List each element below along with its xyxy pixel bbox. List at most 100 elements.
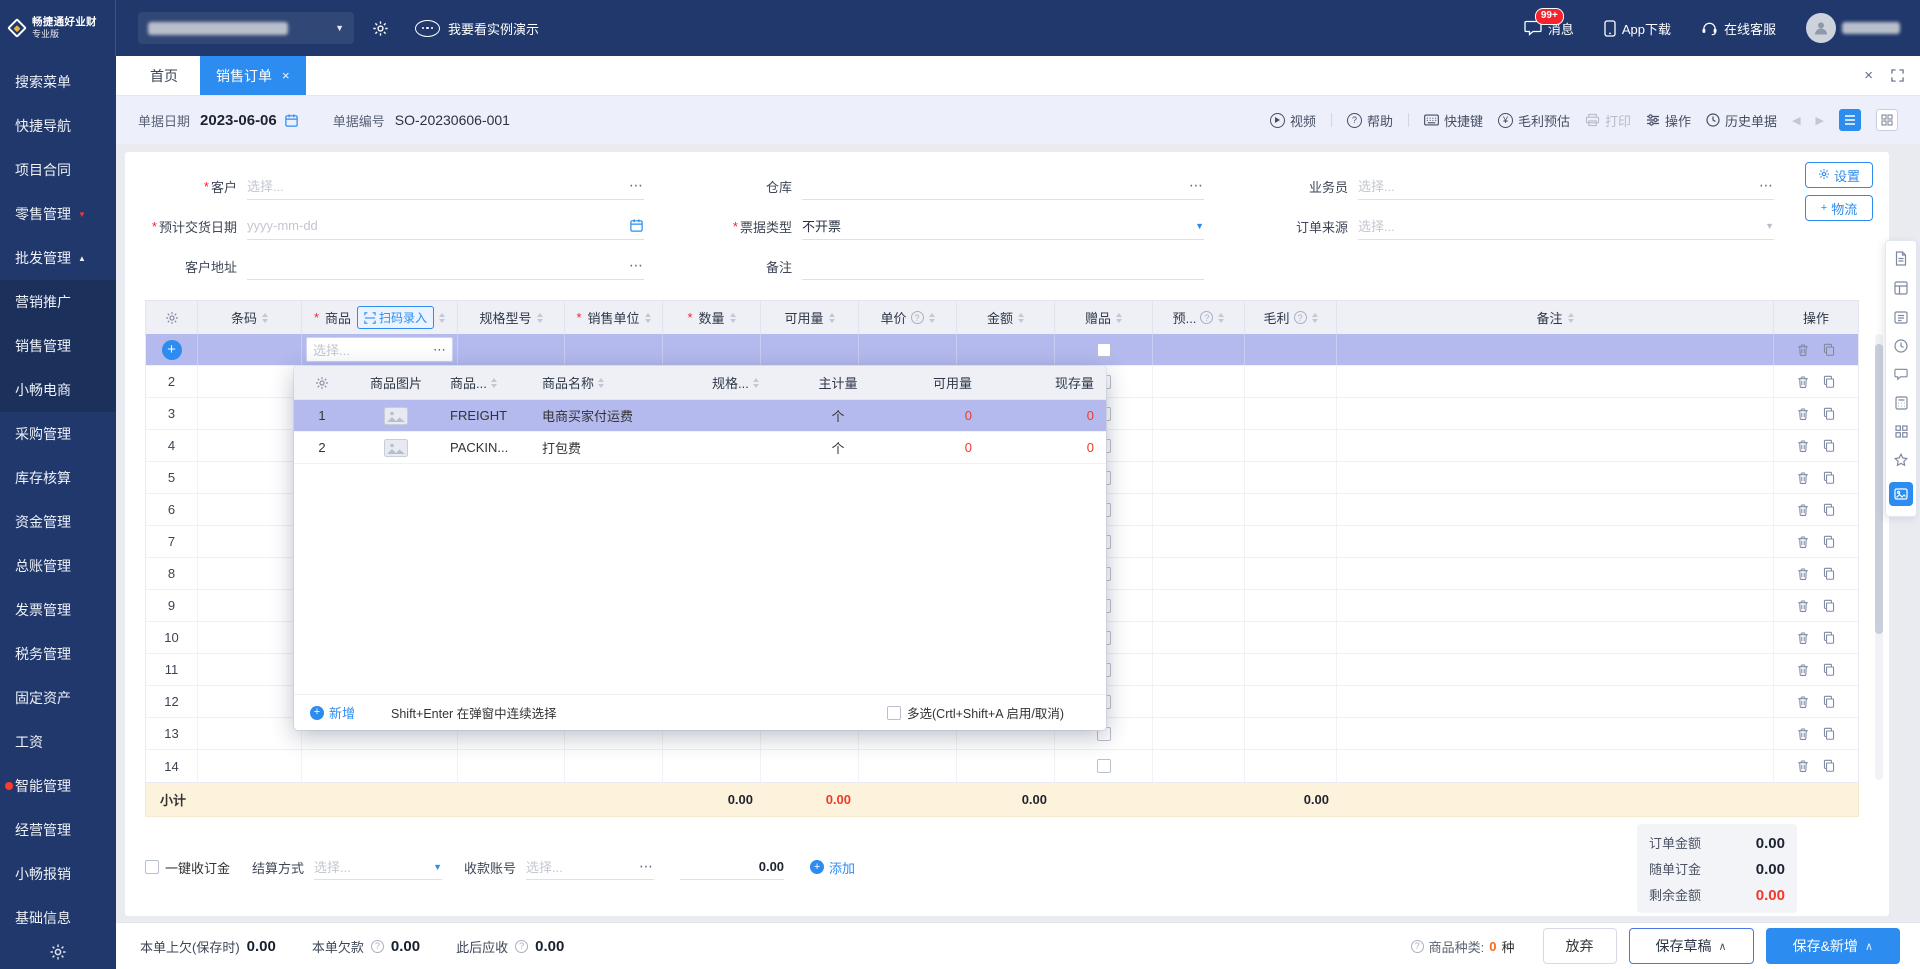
sidebar-item-quick-nav[interactable]: 快捷导航 xyxy=(0,104,116,148)
delete-row-icon[interactable] xyxy=(1796,663,1810,677)
calendar-icon[interactable] xyxy=(284,113,299,128)
col-header-qty[interactable]: * 数量 xyxy=(663,301,761,334)
delete-row-icon[interactable] xyxy=(1796,535,1810,549)
delete-row-icon[interactable] xyxy=(1796,727,1810,741)
fullscreen-icon[interactable] xyxy=(1891,69,1904,82)
col-header-sale-unit[interactable]: * 销售单位 xyxy=(565,301,663,334)
popup-multiselect-checkbox[interactable]: 多选(Crtl+Shift+A 启用/取消) xyxy=(887,703,1064,722)
col-header-barcode[interactable]: 条码 xyxy=(198,301,302,334)
column-settings-icon[interactable] xyxy=(146,301,198,334)
settings-button[interactable]: 设置 xyxy=(1805,162,1873,188)
sidebar-item-tax-mgmt[interactable]: 税务管理 xyxy=(0,632,116,676)
sidebar-item-base-info[interactable]: 基础信息 xyxy=(0,896,116,940)
delete-row-icon[interactable] xyxy=(1796,407,1810,421)
sidebar-item-funds-mgmt[interactable]: 资金管理 xyxy=(0,500,116,544)
more-icon[interactable]: ⋯ xyxy=(1189,177,1204,194)
chat-icon[interactable] xyxy=(1894,368,1908,381)
col-header-remark[interactable]: 备注 xyxy=(1337,301,1774,334)
delete-row-icon[interactable] xyxy=(1796,375,1810,389)
prev-doc-icon[interactable]: ◀ xyxy=(1792,114,1800,127)
sidebar-item-sales-mgmt[interactable]: 销售管理 xyxy=(0,324,116,368)
form-icon[interactable] xyxy=(1894,281,1908,295)
messages-button[interactable]: 消息 99+ xyxy=(1524,7,1574,38)
popup-product-row[interactable]: 2 PACKIN... 打包费个 0 0 xyxy=(294,432,1106,464)
sidebar-item-fixed-assets[interactable]: 固定资产 xyxy=(0,676,116,720)
gift-checkbox[interactable] xyxy=(1096,759,1111,773)
view-grid-toggle[interactable] xyxy=(1876,109,1898,131)
more-icon[interactable]: ⋯ xyxy=(639,858,654,875)
tab-close-icon[interactable]: × xyxy=(282,68,290,83)
delivery-date-input[interactable]: yyyy-mm-dd xyxy=(247,212,644,240)
more-icon[interactable]: ⋯ xyxy=(629,257,644,274)
grid-scrollbar-thumb[interactable] xyxy=(1875,344,1883,634)
popup-add-new-button[interactable]: + 新增 xyxy=(310,703,355,722)
image-panel-icon[interactable] xyxy=(1889,482,1913,506)
settlement-select[interactable]: 选择... ▼ xyxy=(314,854,443,880)
gift-checkbox[interactable] xyxy=(1096,342,1111,357)
popup-column-settings-icon[interactable] xyxy=(294,366,350,399)
sidebar-item-purchase-mgmt[interactable]: 采购管理 xyxy=(0,412,116,456)
popup-col-code[interactable]: 商品... xyxy=(442,366,534,399)
calculator-icon[interactable] xyxy=(1894,396,1908,410)
sidebar-item-inventory-accounting[interactable]: 库存核算 xyxy=(0,456,116,500)
more-icon[interactable]: ⋯ xyxy=(1759,177,1774,194)
doc-no-input[interactable]: SO-20230606-001 xyxy=(395,112,510,128)
remark-input[interactable] xyxy=(802,252,1204,280)
calendar-icon[interactable] xyxy=(629,218,644,233)
save-draft-button[interactable]: 保存草稿 ∧ xyxy=(1628,928,1754,964)
sidebar-item-expense-mgmt[interactable]: 小畅报销 xyxy=(0,852,116,896)
save-and-new-button[interactable]: 保存&新增 ∧ xyxy=(1765,928,1900,964)
col-header-amount[interactable]: 金额 xyxy=(957,301,1055,334)
online-service-button[interactable]: 在线客服 xyxy=(1701,19,1776,38)
col-header-forecast[interactable]: 预...? xyxy=(1153,301,1245,334)
video-button[interactable]: 视频 xyxy=(1269,111,1316,130)
product-select-input[interactable]: 选择... ⋯ xyxy=(306,337,453,362)
copy-row-icon[interactable] xyxy=(1822,631,1836,645)
customer-select[interactable]: 选择... ⋯ xyxy=(247,172,644,200)
warehouse-select[interactable]: ⋯ xyxy=(802,172,1204,200)
sidebar-item-retail-mgmt[interactable]: 零售管理 ▼ xyxy=(0,192,116,236)
demo-link[interactable]: 我要看实例演示 xyxy=(415,19,539,38)
copy-row-icon[interactable] xyxy=(1822,471,1836,485)
chevron-down-icon[interactable]: ▼ xyxy=(1195,221,1204,231)
col-header-available[interactable]: 可用量 xyxy=(761,301,859,334)
sidebar-item-wholesale-mgmt[interactable]: 批发管理 ▲ xyxy=(0,236,116,280)
copy-row-icon[interactable] xyxy=(1822,407,1836,421)
history-clock-icon[interactable] xyxy=(1894,339,1908,353)
sidebar-item-general-ledger[interactable]: 总账管理 xyxy=(0,544,116,588)
delete-row-icon[interactable] xyxy=(1796,439,1810,453)
sidebar-item-ecommerce[interactable]: 小畅电商 xyxy=(0,368,116,412)
sidebar-item-smart-mgmt[interactable]: 智能管理 xyxy=(0,764,116,808)
copy-row-icon[interactable] xyxy=(1822,599,1836,613)
col-header-product[interactable]: * 商品 扫码录入 xyxy=(302,301,458,334)
copy-row-icon[interactable] xyxy=(1822,663,1836,677)
sidebar-item-marketing[interactable]: 营销推广 xyxy=(0,280,116,324)
copy-row-icon[interactable] xyxy=(1822,503,1836,517)
customer-address-input[interactable]: ⋯ xyxy=(247,252,644,280)
document-icon[interactable] xyxy=(1894,251,1908,266)
doc-date-input[interactable]: 2023-06-06 xyxy=(200,112,277,129)
add-row-button[interactable]: + xyxy=(161,339,182,360)
account-select[interactable]: 选择... ⋯ xyxy=(526,854,655,880)
sidebar-item-operation-mgmt[interactable]: 经营管理 xyxy=(0,808,116,852)
delete-row-icon[interactable] xyxy=(1796,599,1810,613)
salesman-select[interactable]: 选择... ⋯ xyxy=(1358,172,1774,200)
user-account[interactable] xyxy=(1806,13,1900,43)
popup-col-available[interactable]: 可用量 xyxy=(884,366,984,399)
logistics-button[interactable]: + 物流 xyxy=(1805,195,1873,221)
organization-select[interactable]: ▼ xyxy=(138,12,354,44)
history-button[interactable]: 历史单据 xyxy=(1706,111,1777,130)
star-icon[interactable] xyxy=(1894,453,1908,467)
close-all-tabs-icon[interactable]: × xyxy=(1864,67,1873,84)
app-download-button[interactable]: App下载 xyxy=(1604,19,1671,38)
copy-row-icon[interactable] xyxy=(1822,439,1836,453)
tab-home[interactable]: 首页 xyxy=(128,56,200,95)
operations-button[interactable]: 操作 xyxy=(1646,111,1691,130)
col-header-profit[interactable]: 毛利? xyxy=(1245,301,1337,334)
tab-sales-order[interactable]: 销售订单 × xyxy=(200,56,306,95)
view-list-toggle[interactable] xyxy=(1839,109,1861,131)
popup-product-row[interactable]: 1 FREIGHT 电商买家付运费个 0 0 xyxy=(294,400,1106,432)
delete-row-icon[interactable] xyxy=(1796,759,1810,773)
next-doc-icon[interactable]: ▶ xyxy=(1816,114,1824,127)
popup-col-stock[interactable]: 现存量 xyxy=(984,366,1106,399)
